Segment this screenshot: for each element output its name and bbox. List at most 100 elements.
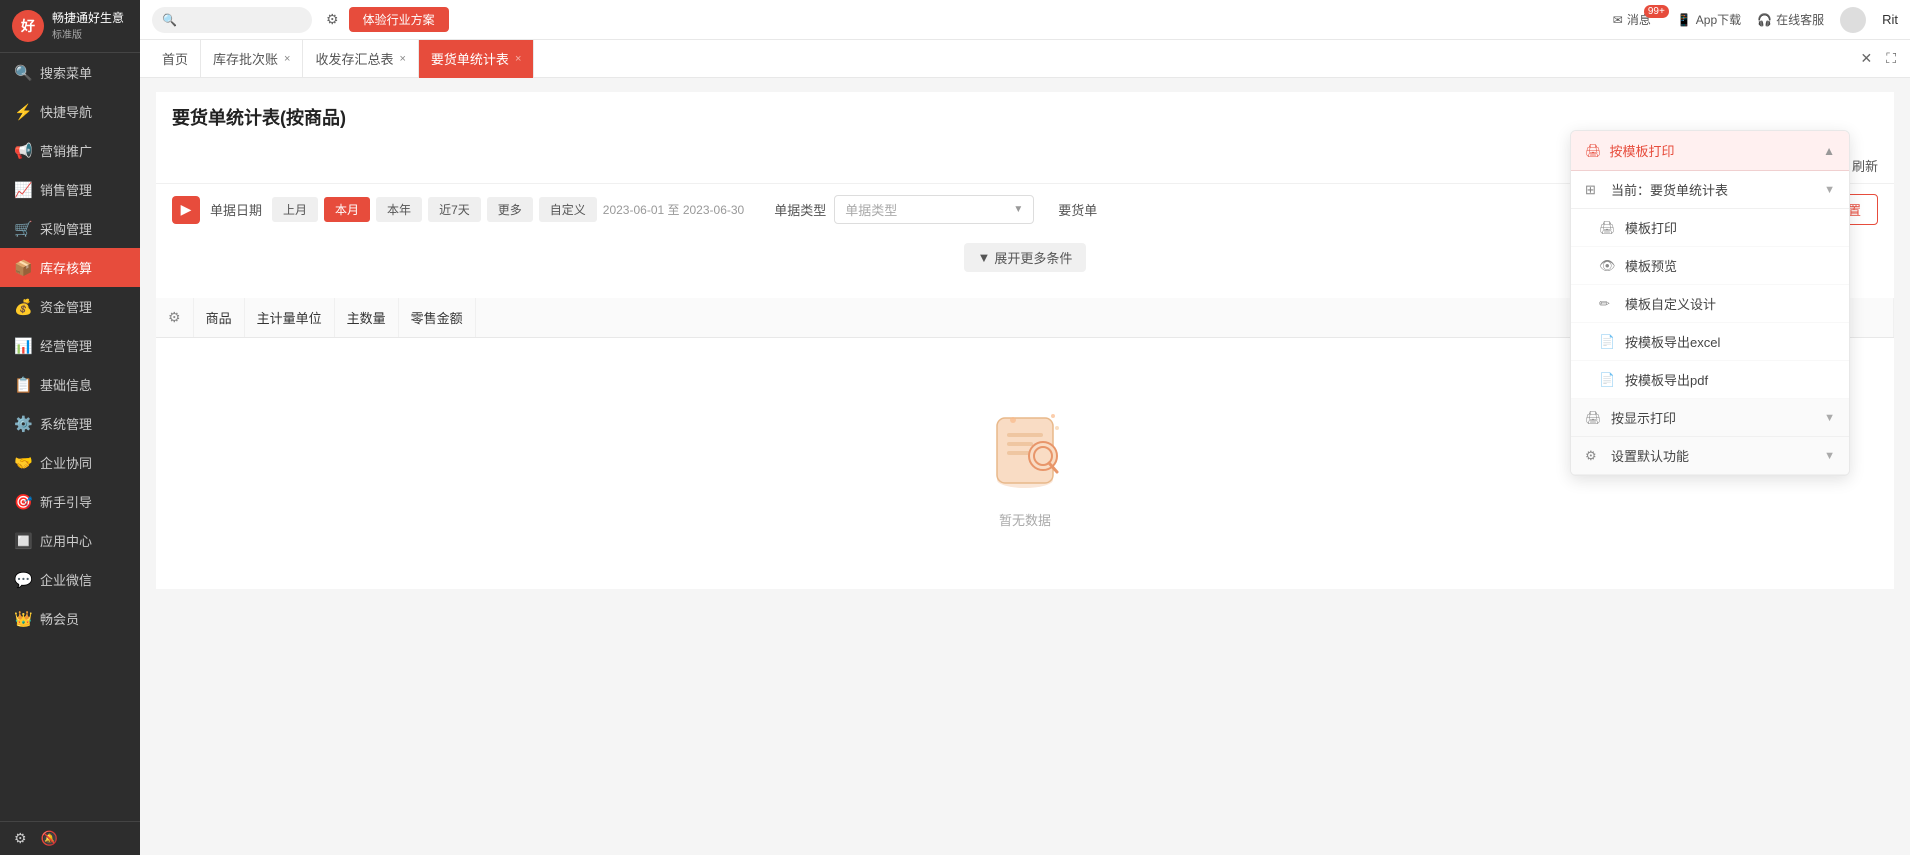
tab-collection-close[interactable]: ×	[399, 53, 405, 65]
tabs-bar: 首页 库存批次账 × 收发存汇总表 × 要货单统计表 × ✕ ⛶	[140, 40, 1910, 78]
sidebar-item-search[interactable]: 🔍 搜索菜单	[0, 53, 140, 92]
phone-icon: 📱	[1677, 13, 1692, 27]
tab-requisition[interactable]: 要货单统计表 ×	[419, 40, 534, 78]
headset-icon: 🎧	[1757, 13, 1772, 27]
trial-action-button[interactable]: 体验行业方案	[349, 7, 449, 32]
expand-more-button[interactable]: ▼ 展开更多条件	[964, 243, 1087, 272]
tab-batch-close[interactable]: ×	[284, 53, 290, 65]
sidebar-item-label: 企业微信	[40, 570, 92, 589]
cart-icon: 🛒	[14, 220, 32, 238]
topbar-gear-icon[interactable]: ⚙	[326, 11, 339, 28]
dropdown-header[interactable]: 🖨 按模板打印 ▲	[1571, 131, 1849, 171]
dropdown-set-default[interactable]: ⚙ 设置默认功能 ▼	[1571, 437, 1849, 475]
date-filter-group: 上月 本月 本年 近7天 更多 自定义 2023-06-01 至 2023-06…	[272, 197, 744, 222]
sidebar-item-guide[interactable]: 🎯 新手引导	[0, 482, 140, 521]
type-filter-label: 单据类型	[774, 200, 826, 219]
empty-icon	[975, 398, 1075, 498]
tab-batch[interactable]: 库存批次账 ×	[201, 40, 303, 78]
sidebar-item-finance[interactable]: 💰 资金管理	[0, 287, 140, 326]
tab-batch-label: 库存批次账	[213, 49, 278, 68]
search-bar[interactable]: 🔍	[152, 7, 312, 33]
export-excel-icon: 📄	[1599, 334, 1615, 350]
sidebar-item-label: 畅会员	[40, 609, 79, 628]
dropdown-item-template-print[interactable]: 🖨 模板打印	[1571, 209, 1849, 247]
dropdown-item-template-design[interactable]: ✏ 模板自定义设计	[1571, 285, 1849, 323]
lightning-icon: ⚡	[14, 103, 32, 121]
tab-home[interactable]: 首页	[150, 40, 201, 78]
tab-collection-label: 收发存汇总表	[315, 49, 393, 68]
sidebar-logo: 好 畅捷通好生意 标准版	[0, 0, 140, 53]
megaphone-icon: 📢	[14, 142, 32, 160]
date-btn-this-year[interactable]: 本年	[376, 197, 422, 222]
tabs-right-buttons: ✕ ⛶	[1856, 48, 1910, 69]
messages-badge: 99+	[1644, 5, 1669, 18]
display-print-label: 按显示打印	[1611, 408, 1676, 427]
type-select-value: 单据类型	[845, 200, 897, 219]
current-template-icon: ⊞	[1585, 182, 1601, 198]
date-btn-7days[interactable]: 近7天	[428, 197, 481, 222]
export-excel-label: 按模板导出excel	[1625, 332, 1720, 351]
app-version: 标准版	[52, 26, 124, 41]
target-icon: 🎯	[14, 493, 32, 511]
online-service-button[interactable]: 🎧 在线客服	[1757, 11, 1824, 28]
tab-close-window-icon[interactable]: ✕	[1856, 48, 1876, 69]
template-design-label: 模板自定义设计	[1625, 294, 1716, 313]
template-print-icon: 🖨	[1599, 220, 1615, 236]
user-name: Rit	[1882, 12, 1898, 27]
sidebar-item-marketing[interactable]: 📢 营销推广	[0, 131, 140, 170]
dropdown-item-template-preview[interactable]: 👁 模板预览	[1571, 247, 1849, 285]
mute-icon[interactable]: 🔕	[41, 830, 58, 847]
sidebar-item-quick[interactable]: ⚡ 快捷导航	[0, 92, 140, 131]
sidebar-item-appstore[interactable]: 🔲 应用中心	[0, 521, 140, 560]
handshake-icon: 🤝	[14, 454, 32, 472]
tab-maximize-icon[interactable]: ⛶	[1882, 48, 1900, 69]
app-download-label: App下载	[1696, 11, 1741, 28]
sidebar-item-operation[interactable]: 📊 经营管理	[0, 326, 140, 365]
sidebar-item-basic[interactable]: 📋 基础信息	[0, 365, 140, 404]
money-icon: 💰	[14, 298, 32, 316]
wechat-icon: 💬	[14, 571, 32, 589]
sidebar-item-purchase[interactable]: 🛒 采购管理	[0, 209, 140, 248]
dropdown-item-export-excel[interactable]: 📄 按模板导出excel	[1571, 323, 1849, 361]
app-name: 畅捷通好生意	[52, 11, 124, 27]
ops-icon: 📊	[14, 337, 32, 355]
dropdown-header-left: 🖨 按模板打印	[1585, 141, 1675, 160]
dropdown-collapse-icon: ▲	[1823, 144, 1835, 158]
tab-requisition-close[interactable]: ×	[515, 53, 521, 65]
sidebar-item-wechat[interactable]: 💬 企业微信	[0, 560, 140, 599]
settings-bottom-icon[interactable]: ⚙	[14, 830, 27, 847]
sidebar-item-collab[interactable]: 🤝 企业协同	[0, 443, 140, 482]
user-avatar[interactable]	[1840, 7, 1866, 33]
date-btn-this-month[interactable]: 本月	[324, 197, 370, 222]
column-settings-icon[interactable]: ⚙	[168, 309, 181, 325]
top-bar-right: ✉ 消息 99+ 📱 App下载 🎧 在线客服 Rit	[1613, 7, 1898, 33]
th-qty: 主数量	[334, 298, 398, 338]
dropdown-item-export-pdf[interactable]: 📄 按模板导出pdf	[1571, 361, 1849, 399]
dropdown-header-label: 按模板打印	[1610, 141, 1675, 160]
date-btn-more[interactable]: 更多	[487, 197, 533, 222]
sidebar-item-sales[interactable]: 📈 销售管理	[0, 170, 140, 209]
tab-requisition-label: 要货单统计表	[431, 49, 509, 68]
sidebar-item-system[interactable]: ⚙️ 系统管理	[0, 404, 140, 443]
set-default-icon: ⚙	[1585, 448, 1601, 464]
type-filter-group: 单据类型 单据类型 ▼	[774, 195, 1034, 224]
th-settings: ⚙	[156, 298, 193, 338]
expand-label: 展开更多条件	[994, 248, 1072, 267]
tab-collection[interactable]: 收发存汇总表 ×	[303, 40, 418, 78]
date-btn-custom[interactable]: 自定义	[539, 197, 597, 222]
template-preview-icon: 👁	[1599, 258, 1615, 274]
type-filter-select[interactable]: 单据类型 ▼	[834, 195, 1034, 224]
dropdown-current-template[interactable]: ⊞ 当前：要货单统计表 ▼	[1571, 171, 1849, 209]
sidebar-item-inventory[interactable]: 📦 库存核算	[0, 248, 140, 287]
app-download-button[interactable]: 📱 App下载	[1677, 11, 1741, 28]
dropdown-display-print[interactable]: 🖨 按显示打印 ▼	[1571, 399, 1849, 437]
date-btn-last-month[interactable]: 上月	[272, 197, 318, 222]
current-template-label: 当前：要货单统计表	[1611, 180, 1728, 199]
sidebar-item-member[interactable]: 👑 畅会员	[0, 599, 140, 638]
export-pdf-label: 按模板导出pdf	[1625, 370, 1708, 389]
messages-button[interactable]: ✉ 消息 99+	[1613, 11, 1661, 28]
th-retail: 零售金额	[398, 298, 475, 338]
message-icon: ✉	[1613, 13, 1623, 27]
tab-home-label: 首页	[162, 49, 188, 68]
filter-expand-button[interactable]: ▶	[172, 196, 200, 224]
